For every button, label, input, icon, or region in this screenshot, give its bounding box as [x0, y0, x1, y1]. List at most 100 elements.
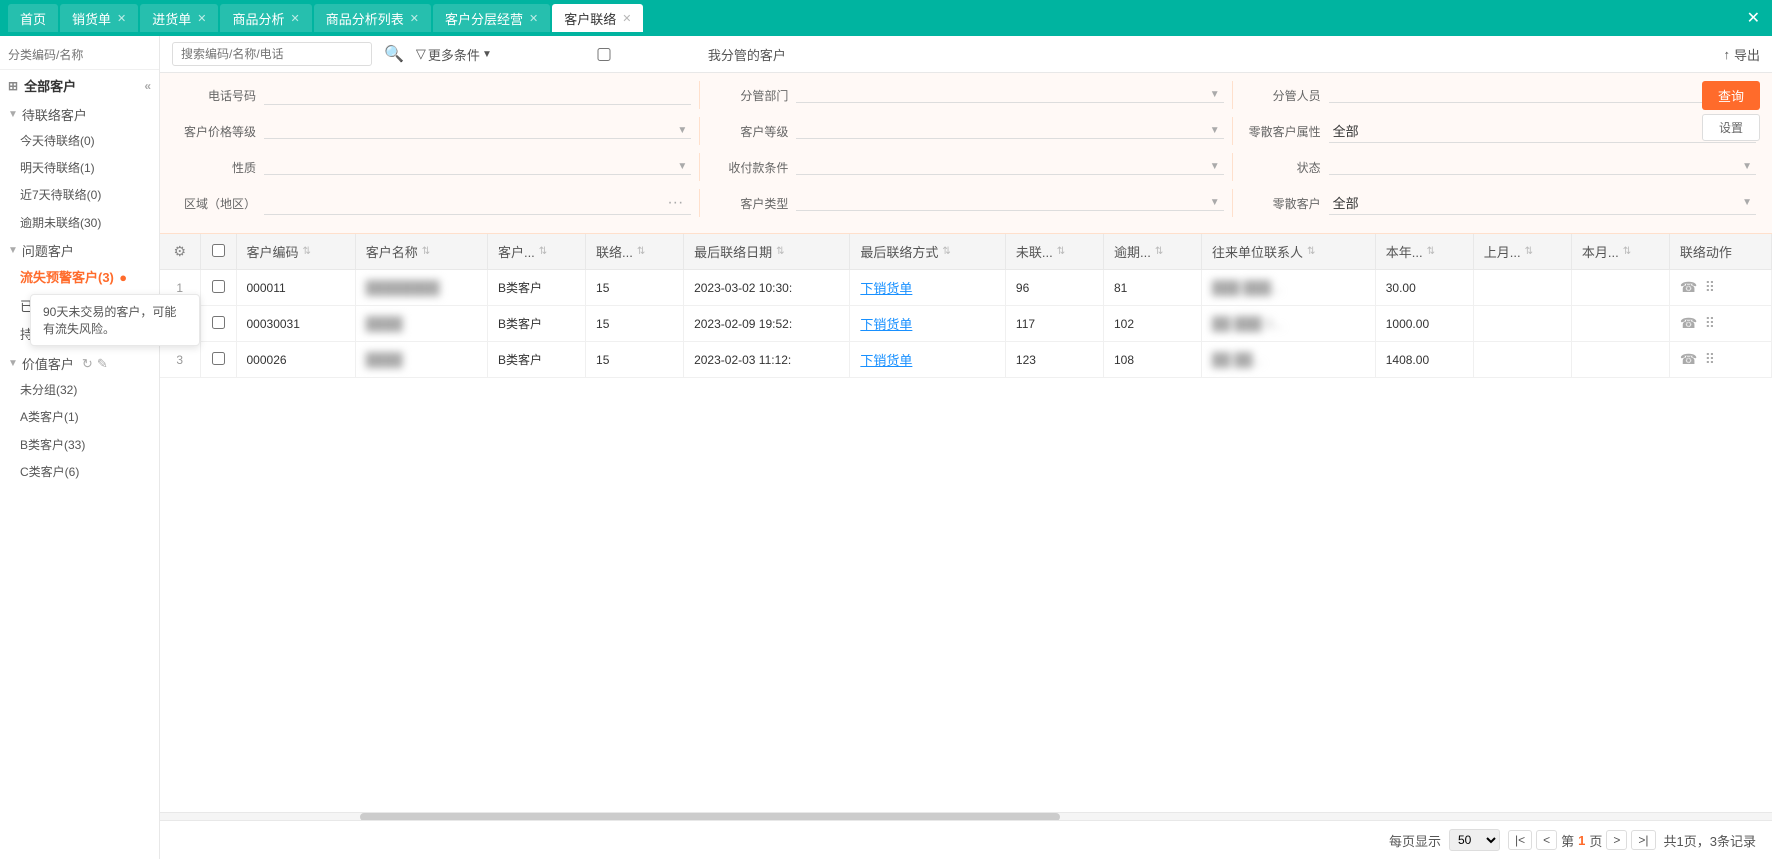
th-setting[interactable]: ⚙: [160, 234, 200, 270]
sidebar-item-tomorrow[interactable]: 明天待联络(1): [0, 155, 159, 182]
chevron-down-icon: ▼: [1210, 89, 1220, 100]
table-area: ⚙ 客户编码 ⇅ 客户名称: [160, 234, 1772, 812]
sort-icon[interactable]: ⇅: [942, 246, 950, 257]
row-checkbox-cell[interactable]: [200, 342, 236, 378]
row-action: ☎ ⠿: [1669, 270, 1771, 306]
tab-purchase[interactable]: 进货单 ✕: [140, 4, 218, 32]
sort-icon[interactable]: ⇅: [422, 246, 430, 257]
horizontal-scrollbar[interactable]: [160, 812, 1772, 820]
sidebar-item-churn-warning[interactable]: 流失预警客户(3) ●: [0, 264, 159, 293]
sort-icon[interactable]: ⇅: [303, 246, 311, 257]
sort-icon[interactable]: ⇅: [776, 246, 784, 257]
contact-icon[interactable]: ☎: [1680, 351, 1697, 367]
adv-customer-type-field: 客户类型 ▼: [708, 191, 1223, 216]
row-last-way[interactable]: 下销货单: [850, 306, 1006, 342]
sort-icon[interactable]: ⇅: [1155, 246, 1163, 257]
edit-icon[interactable]: ✎: [97, 356, 108, 372]
sort-icon[interactable]: ⇅: [1057, 246, 1065, 257]
contact-icon[interactable]: ☎: [1680, 279, 1697, 295]
window-close-button[interactable]: ✕: [1747, 8, 1760, 28]
sidebar-item-today[interactable]: 今天待联络(0): [0, 128, 159, 155]
row-last-way[interactable]: 下销货单: [850, 342, 1006, 378]
th-checkbox[interactable]: [200, 234, 236, 270]
select-all-checkbox[interactable]: [212, 244, 225, 257]
row-action: ☎ ⠿: [1669, 306, 1771, 342]
sort-icon[interactable]: ⇅: [637, 246, 645, 257]
adv-payment-field: 收付款条件 ▼: [708, 155, 1223, 180]
tab-product-analysis[interactable]: 商品分析 ✕: [220, 4, 311, 32]
export-button[interactable]: ↑ 导出: [1723, 45, 1760, 64]
adv-scatter-attr-select[interactable]: 全部 ▼: [1329, 119, 1756, 143]
search-input[interactable]: [172, 42, 372, 66]
contact-icon[interactable]: ☎: [1680, 315, 1697, 331]
sidebar-item-overdue[interactable]: 逾期未联络(30): [0, 210, 159, 237]
adv-price-level-select[interactable]: ▼: [264, 123, 691, 139]
row-name: ████: [355, 306, 487, 342]
setting-button[interactable]: 设置: [1702, 114, 1760, 141]
sidebar-search-input[interactable]: [8, 48, 160, 62]
first-page-button[interactable]: |<: [1508, 830, 1532, 850]
sort-icon[interactable]: ⇅: [1307, 246, 1315, 257]
row-last-month: [1473, 342, 1571, 378]
sort-icon[interactable]: ⇅: [539, 246, 547, 257]
sidebar-item-a-class[interactable]: A类客户(1): [0, 404, 159, 431]
row-checkbox-cell[interactable]: [200, 306, 236, 342]
close-icon[interactable]: ✕: [197, 12, 206, 25]
sidebar-item-b-class[interactable]: B类客户(33): [0, 432, 159, 459]
settings-icon[interactable]: ⚙: [173, 243, 186, 259]
last-page-button[interactable]: >|: [1631, 830, 1655, 850]
adv-status-select[interactable]: ▼: [1329, 159, 1756, 175]
total-records: 共1页，3条记录: [1664, 831, 1756, 850]
adv-scatter-customer-select[interactable]: 全部 ▼: [1329, 191, 1756, 215]
search-button[interactable]: 🔍: [384, 44, 404, 64]
chevron-down-icon: ▼: [482, 49, 492, 60]
next-page-button[interactable]: >: [1606, 830, 1627, 850]
row-checkbox-cell[interactable]: [200, 270, 236, 306]
refresh-icon[interactable]: ↻: [82, 356, 93, 372]
my-customers-check[interactable]: [504, 48, 704, 61]
adv-region-select[interactable]: ···: [264, 192, 691, 215]
adv-manager-select[interactable]: ▼: [1329, 87, 1724, 103]
sidebar-item-ungrouped[interactable]: 未分组(32): [0, 377, 159, 404]
row-code: 000026: [236, 342, 355, 378]
sort-icon[interactable]: ⇅: [1623, 246, 1631, 257]
sidebar-group-problem-header[interactable]: ▼ 问题客户: [0, 237, 159, 264]
adv-dept-select[interactable]: ▼: [796, 87, 1223, 103]
row-this-year: 1000.00: [1375, 306, 1473, 342]
per-page-select[interactable]: 50 100 200: [1449, 829, 1500, 851]
sidebar-item-c-class[interactable]: C类客户(6): [0, 459, 159, 486]
row-checkbox[interactable]: [212, 280, 225, 293]
row-checkbox[interactable]: [212, 352, 225, 365]
more-actions-icon[interactable]: ⠿: [1705, 279, 1715, 295]
close-icon[interactable]: ✕: [410, 12, 419, 25]
close-icon[interactable]: ✕: [622, 12, 631, 25]
adv-customer-type-select[interactable]: ▼: [796, 195, 1223, 211]
more-actions-icon[interactable]: ⠿: [1705, 315, 1715, 331]
row-checkbox[interactable]: [212, 316, 225, 329]
more-conditions-button[interactable]: ▽ 更多条件 ▼: [416, 45, 492, 64]
adv-customer-level-select[interactable]: ▼: [796, 123, 1223, 139]
sidebar-group-value-header[interactable]: ▼ 价值客户 ↻ ✎: [0, 350, 159, 377]
query-button[interactable]: 查询: [1702, 81, 1760, 110]
tab-product-analysis-list[interactable]: 商品分析列表 ✕: [314, 4, 431, 32]
adv-payment-select[interactable]: ▼: [796, 159, 1223, 175]
close-icon[interactable]: ✕: [117, 12, 126, 25]
sort-icon[interactable]: ⇅: [1427, 246, 1435, 257]
prev-page-button[interactable]: <: [1536, 830, 1557, 850]
collapse-icon[interactable]: «: [144, 79, 151, 93]
tab-sales[interactable]: 销货单 ✕: [60, 4, 138, 32]
close-icon[interactable]: ✕: [291, 12, 300, 25]
tab-customer-contact[interactable]: 客户联络 ✕: [552, 4, 643, 32]
my-customers-checkbox[interactable]: 我分管的客户: [504, 45, 786, 64]
close-icon[interactable]: ✕: [529, 12, 538, 25]
sidebar-group-pending-header[interactable]: ▼ 待联络客户: [0, 101, 159, 128]
more-actions-icon[interactable]: ⠿: [1705, 351, 1715, 367]
more-dots-icon[interactable]: ···: [663, 194, 687, 212]
sidebar-item-7days[interactable]: 近7天待联络(0): [0, 182, 159, 209]
sort-icon[interactable]: ⇅: [1525, 246, 1533, 257]
tab-customer-tier[interactable]: 客户分层经营 ✕: [433, 4, 550, 32]
tab-home[interactable]: 首页: [8, 4, 58, 32]
adv-nature-select[interactable]: ▼: [264, 159, 691, 175]
adv-phone-input[interactable]: [264, 86, 691, 105]
row-last-way[interactable]: 下销货单: [850, 270, 1006, 306]
